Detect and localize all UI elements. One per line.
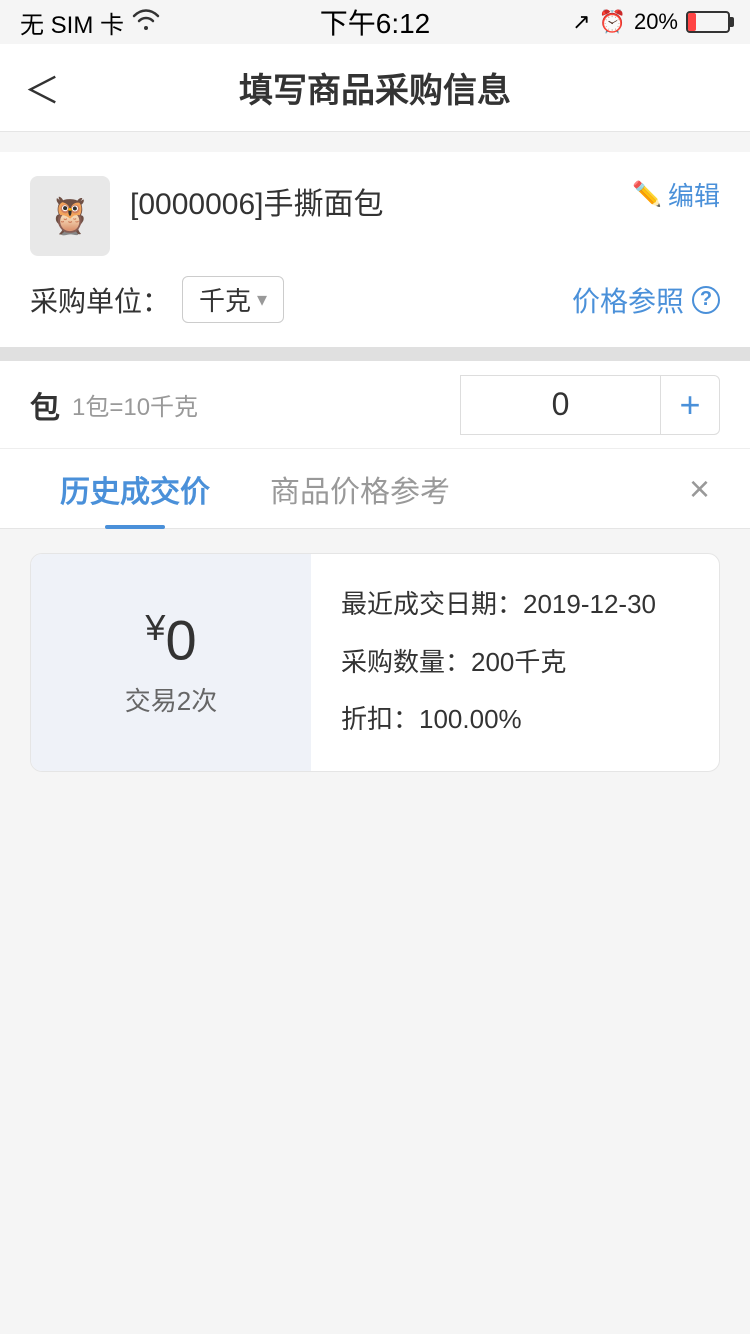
status-bar: 无 SIM 卡 下午6:12 ↗ ⏰ 20% (0, 0, 750, 44)
product-header: 🦉 [0000006]手撕面包 ✏️ 编辑 (30, 176, 720, 256)
status-right: ↗ ⏰ 20% (572, 9, 730, 35)
quantity-plus-button[interactable]: + (660, 375, 720, 435)
product-unit-row: 采购单位： 千克 ▾ 价格参照 ? (30, 276, 720, 323)
price-reference-button[interactable]: 价格参照 ? (572, 280, 720, 320)
history-section: ¥0 交易2次 最近成交日期：2019-12-30 采购数量：200千克 折扣：… (0, 529, 750, 1129)
nav-bar: ＜ 填写商品采购信息 (0, 44, 750, 132)
status-time: 下午6:12 (320, 2, 431, 42)
unit-dropdown[interactable]: 千克 ▾ (182, 276, 284, 323)
dropdown-arrow-icon: ▾ (257, 287, 267, 312)
product-card: 🦉 [0000006]手撕面包 ✏️ 编辑 采购单位： 千克 ▾ 价格参照 ? (0, 152, 750, 347)
unit-selector: 采购单位： 千克 ▾ (30, 276, 284, 323)
history-price-left: ¥0 交易2次 (31, 554, 311, 771)
wifi-icon (132, 8, 160, 37)
history-card: ¥0 交易2次 最近成交日期：2019-12-30 采购数量：200千克 折扣：… (30, 553, 720, 772)
section-divider (0, 347, 750, 361)
history-price-value: ¥0 (145, 607, 196, 673)
tab-close-button[interactable]: × (679, 458, 720, 520)
quantity-row: 包 1包=10千克 0 + (0, 361, 750, 449)
back-button[interactable]: ＜ (24, 62, 60, 114)
history-price-right: 最近成交日期：2019-12-30 采购数量：200千克 折扣：100.00% (311, 554, 719, 771)
alarm-icon: ⏰ (599, 9, 626, 35)
battery-icon (686, 11, 730, 33)
history-trades: 交易2次 (125, 681, 217, 718)
page-title: 填写商品采购信息 (239, 63, 511, 112)
edit-icon: ✏️ (632, 180, 662, 209)
tab-price-reference[interactable]: 商品价格参考 (240, 449, 480, 529)
tabs-container: 历史成交价 商品价格参考 × (0, 449, 750, 529)
product-image: 🦉 (30, 176, 110, 256)
tab-history-price[interactable]: 历史成交价 (30, 449, 240, 529)
history-date-row: 最近成交日期：2019-12-30 (341, 584, 689, 626)
product-name: [0000006]手撕面包 (130, 176, 383, 226)
quantity-controls: 0 + (460, 375, 720, 435)
product-info: 🦉 [0000006]手撕面包 (30, 176, 383, 256)
edit-button[interactable]: ✏️ 编辑 (632, 176, 720, 213)
location-icon: ↗ (572, 9, 590, 35)
history-quantity-row: 采购数量：200千克 (341, 642, 689, 684)
quantity-label: 包 1包=10千克 (30, 383, 198, 427)
quantity-input[interactable]: 0 (460, 375, 660, 435)
help-icon: ? (692, 286, 720, 314)
history-discount-row: 折扣：100.00% (341, 699, 689, 741)
product-logo-icon: 🦉 (48, 198, 93, 234)
tabs: 历史成交价 商品价格参考 (30, 449, 480, 529)
status-carrier: 无 SIM 卡 (20, 5, 160, 40)
battery-percent: 20% (634, 9, 678, 35)
carrier-text: 无 SIM 卡 (20, 5, 124, 40)
